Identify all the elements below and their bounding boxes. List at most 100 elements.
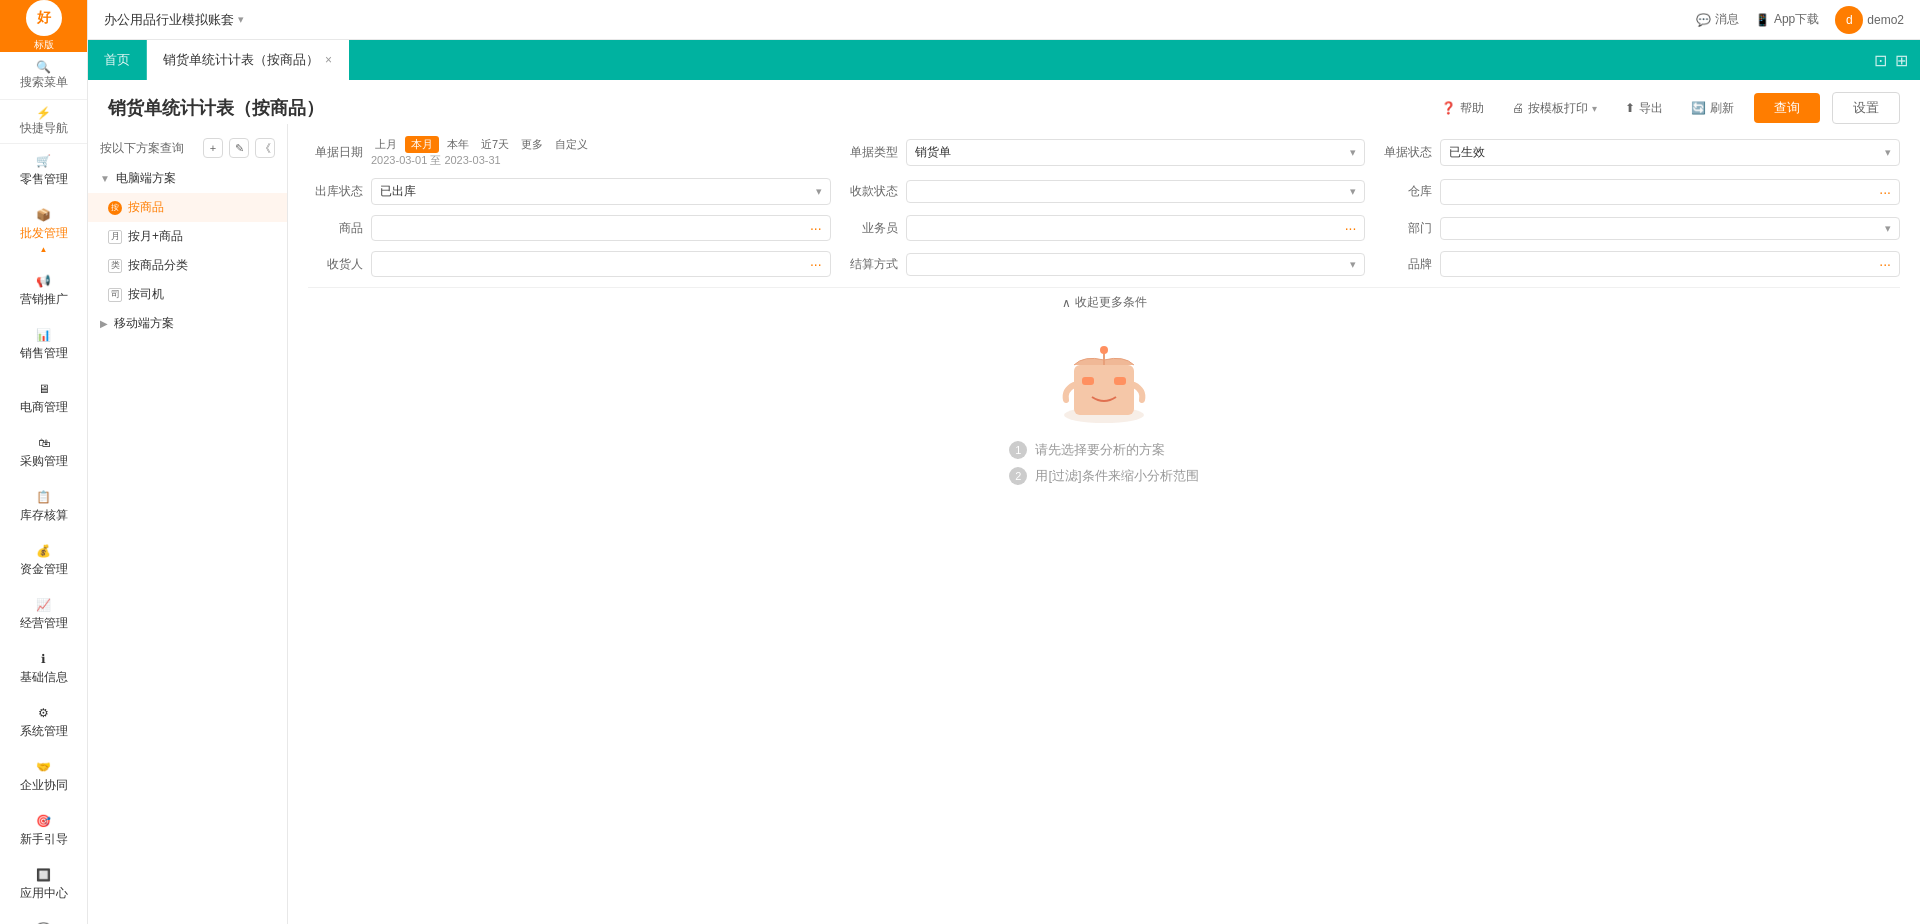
tree-add-btn[interactable]: +	[203, 138, 223, 158]
salesman-more-icon[interactable]: ···	[1345, 220, 1357, 236]
mobile-group-label: 移动端方案	[114, 315, 174, 332]
export-btn[interactable]: ⬆ 导出	[1617, 96, 1671, 121]
filter-field-goods: 商品 ···	[308, 215, 831, 241]
app-download-label: App下载	[1774, 11, 1819, 28]
avatar: d	[1835, 6, 1863, 34]
sidebar-item-wholesale[interactable]: 📦 批发管理 ▲	[0, 198, 87, 264]
export-icon: ⬆	[1625, 101, 1635, 115]
tab-home[interactable]: 首页	[88, 40, 147, 80]
sidebar-label-purchase: 采购管理	[20, 453, 68, 470]
doctype-control[interactable]: 销货单 ▾	[906, 139, 1366, 166]
goods-more-icon[interactable]: ···	[810, 220, 822, 236]
tree-group-mobile-title[interactable]: ▶ 移动端方案	[88, 309, 287, 338]
doctype-value: 销货单	[915, 144, 951, 161]
brand-control[interactable]: ···	[1440, 251, 1900, 277]
tab-active[interactable]: 销货单统计计表（按商品） ×	[147, 40, 349, 80]
doctype-dropdown-icon: ▾	[1350, 146, 1356, 159]
user-info[interactable]: d demo2	[1835, 6, 1904, 34]
page-container: 销货单统计计表（按商品） ❓ 帮助 🖨 按模板打印 ▾ ⬆ 导出	[88, 80, 1920, 924]
collapse-bar[interactable]: ∧ 收起更多条件	[308, 287, 1900, 317]
retail-icon: 🛒	[36, 154, 51, 168]
collection-status-label: 收款状态	[843, 183, 898, 200]
topbar-title: 办公用品行业模拟账套 ▾	[104, 11, 244, 29]
tree-item-label-category: 按商品分类	[128, 257, 188, 274]
goods-control[interactable]: ···	[371, 215, 831, 241]
maximize-icon[interactable]: ⊞	[1895, 51, 1908, 70]
sidebar-item-marketing[interactable]: 📢 营销推广	[0, 264, 87, 318]
recipient-control[interactable]: ···	[371, 251, 831, 277]
tree-item-by-goods[interactable]: 按 按商品	[88, 193, 287, 222]
app-download-btn[interactable]: 📱 App下载	[1755, 11, 1819, 28]
collection-status-dropdown-icon: ▾	[1350, 185, 1356, 198]
brand-more-icon[interactable]: ···	[1879, 256, 1891, 272]
svg-rect-3	[1114, 377, 1126, 385]
settle-control[interactable]: ▾	[906, 253, 1366, 276]
print-btn[interactable]: 🖨 按模板打印 ▾	[1504, 96, 1605, 121]
query-btn[interactable]: 查询	[1754, 93, 1820, 123]
messages-btn[interactable]: 💬 消息	[1696, 11, 1739, 28]
sidebar-item-enterprise[interactable]: 🤝 企业协同	[0, 750, 87, 804]
settle-label: 结算方式	[843, 256, 898, 273]
sidebar-item-inventory[interactable]: 📋 库存核算	[0, 480, 87, 534]
sidebar-item-basic[interactable]: ℹ 基础信息	[0, 642, 87, 696]
sidebar-item-system[interactable]: ⚙ 系统管理	[0, 696, 87, 750]
svg-point-5	[1100, 346, 1108, 354]
wholesale-icon: 📦	[36, 208, 51, 222]
collection-status-control[interactable]: ▾	[906, 180, 1366, 203]
marketing-icon: 📢	[36, 274, 51, 288]
inventory-icon: 📋	[36, 490, 51, 504]
tree-header-icons: + ✎ 《	[203, 138, 275, 158]
filter-row-4: 收货人 ··· 结算方式 ▾	[308, 251, 1900, 277]
tab-close-btn[interactable]: ×	[325, 53, 332, 67]
docstatus-value: 已生效	[1449, 144, 1485, 161]
date-option-7days[interactable]: 近7天	[477, 136, 513, 153]
sidebar-item-ecommerce[interactable]: 🖥 电商管理	[0, 372, 87, 426]
sidebar-item-appcenter[interactable]: 🔲 应用中心	[0, 858, 87, 912]
logo-text: 标版	[34, 38, 54, 52]
tree-group-desktop-title[interactable]: ▼ 电脑端方案	[88, 164, 287, 193]
warehouse-status-value: 已出库	[380, 183, 416, 200]
tree-collapse-btn[interactable]: 《	[255, 138, 275, 158]
help-btn[interactable]: ❓ 帮助	[1433, 96, 1492, 121]
tree-item-category[interactable]: 类 按商品分类	[88, 251, 287, 280]
refresh-btn[interactable]: 🔄 刷新	[1683, 96, 1742, 121]
warehouse-status-control[interactable]: 已出库 ▾	[371, 178, 831, 205]
goods-item-icon: 按	[108, 201, 122, 215]
sidebar-item-search[interactable]: 🔍 搜索菜单	[0, 52, 87, 100]
download-icon: 📱	[1755, 13, 1770, 27]
date-option-this-month[interactable]: 本月	[405, 136, 439, 153]
sidebar-item-operations[interactable]: 📈 经营管理	[0, 588, 87, 642]
sidebar-label-enterprise: 企业协同	[20, 777, 68, 794]
dept-control[interactable]: ▾	[1440, 217, 1900, 240]
export-label: 导出	[1639, 100, 1663, 117]
sidebar-item-quicknav[interactable]: ⚡ 快捷导航	[0, 100, 87, 144]
sidebar-logo[interactable]: 好 标版	[0, 0, 88, 52]
topbar-right: 💬 消息 📱 App下载 d demo2	[1696, 6, 1904, 34]
recipient-more-icon[interactable]: ···	[810, 256, 822, 272]
tree-item-driver[interactable]: 司 按司机	[88, 280, 287, 309]
tree-group-mobile: ▶ 移动端方案	[88, 309, 287, 338]
sidebar-item-wechat[interactable]: 💬 企业微信	[0, 912, 87, 924]
date-option-more[interactable]: 更多	[517, 136, 547, 153]
empty-tips: 1 请先选择要分析的方案 2 用[过滤]条件来缩小分析范围	[1009, 441, 1198, 485]
sidebar-item-guide[interactable]: 🎯 新手引导	[0, 804, 87, 858]
dropdown-icon[interactable]: ▾	[238, 13, 244, 26]
date-option-prev-month[interactable]: 上月	[371, 136, 401, 153]
warehouse-control[interactable]: ···	[1440, 179, 1900, 205]
purchase-icon: 🛍	[38, 436, 50, 450]
settings-btn[interactable]: 设置	[1832, 92, 1900, 124]
warehouse-more-icon[interactable]: ···	[1879, 184, 1891, 200]
tree-item-month-goods[interactable]: 月 按月+商品	[88, 222, 287, 251]
svg-rect-1	[1074, 365, 1134, 415]
docstatus-control[interactable]: 已生效 ▾	[1440, 139, 1900, 166]
sidebar-item-sales[interactable]: 📊 销售管理	[0, 318, 87, 372]
sidebar-item-finance[interactable]: 💰 资金管理	[0, 534, 87, 588]
minimize-icon[interactable]: ⊡	[1874, 51, 1887, 70]
sidebar-item-retail[interactable]: 🛒 零售管理	[0, 144, 87, 198]
sidebar-item-purchase[interactable]: 🛍 采购管理	[0, 426, 87, 480]
salesman-control[interactable]: ···	[906, 215, 1366, 241]
tree-edit-btn[interactable]: ✎	[229, 138, 249, 158]
date-option-custom[interactable]: 自定义	[551, 136, 592, 153]
date-option-this-year[interactable]: 本年	[443, 136, 473, 153]
date-range-display: 2023-03-01 至 2023-03-31	[371, 153, 831, 168]
